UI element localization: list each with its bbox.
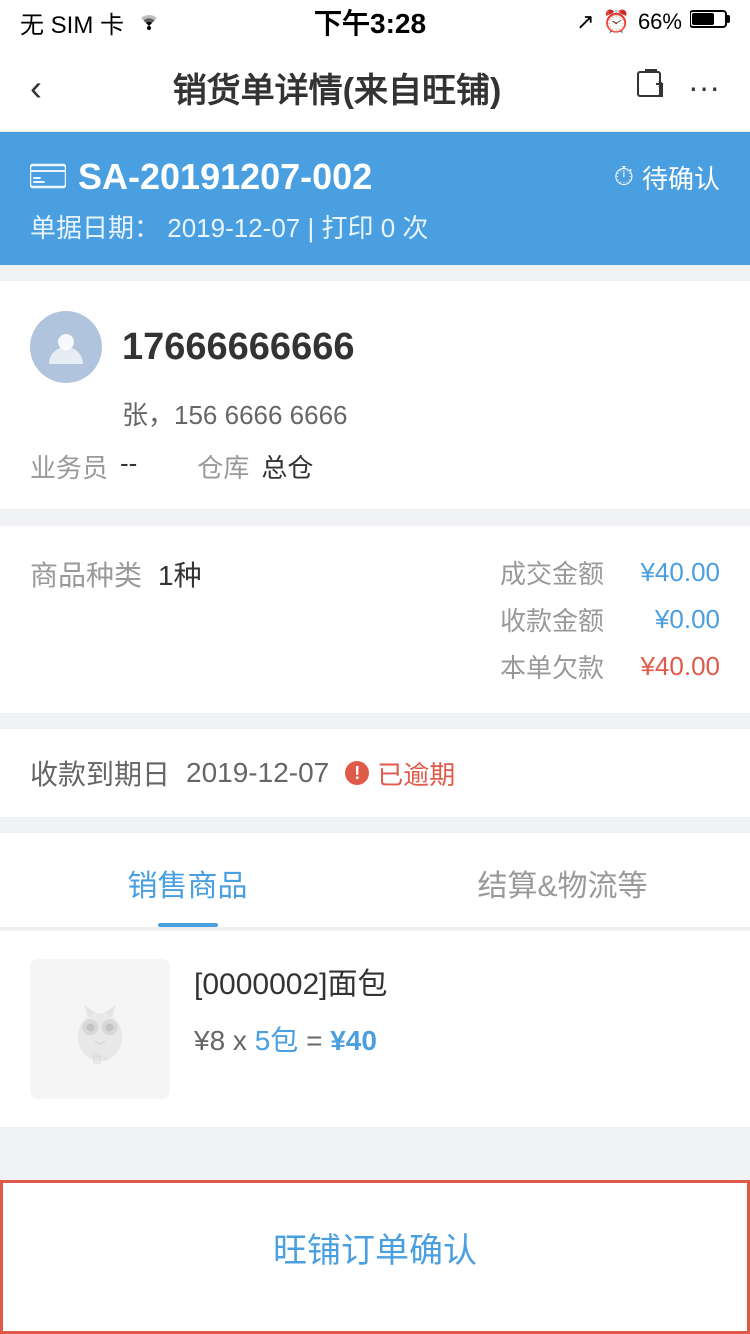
status-left: 无 SIM 卡 xyxy=(20,5,164,40)
collected-value: ¥0.00 xyxy=(620,604,720,635)
wifi-icon xyxy=(134,8,164,37)
due-date-value: 2019-12-07 xyxy=(186,757,329,789)
tab-settlement[interactable]: 结算&物流等 xyxy=(375,833,750,927)
customer-phone: 17666666666 xyxy=(122,326,354,369)
collected-row: 收款金额 ¥0.00 xyxy=(500,601,720,638)
order-date-value: 2019-12-07 xyxy=(167,213,300,243)
page-title: 销货单详情(来自旺铺) xyxy=(42,63,632,112)
warehouse-info: 仓库 总仓 xyxy=(197,448,313,485)
product-image: 管+ xyxy=(30,959,170,1099)
avatar xyxy=(30,311,102,383)
order-header: SA-20191207-002 ⏱ 待确认 单据日期： 2019-12-07 |… xyxy=(0,132,750,265)
deal-amount-label: 成交金额 xyxy=(500,554,604,591)
product-price-row: ¥8 x 5包 = ¥40 xyxy=(194,1019,720,1059)
product-type-info: 商品种类 1种 xyxy=(30,554,202,594)
product-details: [0000002]面包 ¥8 x 5包 = ¥40 xyxy=(194,959,720,1059)
order-status: ⏱ 待确认 xyxy=(614,159,720,196)
customer-name: 张，156 6666 6666 xyxy=(30,395,720,432)
owed-label: 本单欠款 xyxy=(500,648,604,685)
deal-amount-row: 成交金额 ¥40.00 xyxy=(500,554,720,591)
product-thumbnail-icon: 管+ xyxy=(60,989,140,1069)
print-separator: | 打印 xyxy=(307,213,380,243)
back-button[interactable]: ‹ xyxy=(30,67,42,109)
print-count: 0 xyxy=(381,213,395,243)
product-type-label: 商品种类 xyxy=(30,554,142,594)
alarm-icon: ⏰ xyxy=(603,9,630,35)
product-equals: = xyxy=(306,1025,330,1056)
tabs-bar: 销售商品 结算&物流等 xyxy=(0,833,750,929)
battery-icon xyxy=(690,9,730,35)
salesman-value: -- xyxy=(120,448,137,485)
share-icon[interactable] xyxy=(632,66,668,110)
tab-settlement-label: 结算&物流等 xyxy=(477,870,647,903)
deal-amount-value: ¥40.00 xyxy=(620,557,720,588)
order-id-row: SA-20191207-002 xyxy=(30,156,372,198)
status-bar: 无 SIM 卡 下午3:28 ↗ ⏰ 66% xyxy=(0,0,750,44)
status-right: ↗ ⏰ 66% xyxy=(576,9,730,35)
overdue-badge: ! 已逾期 xyxy=(345,755,455,792)
amount-summary: 成交金额 ¥40.00 收款金额 ¥0.00 本单欠款 ¥40.00 xyxy=(500,554,720,685)
salesman-info: 业务员 -- xyxy=(30,448,137,485)
overdue-icon: ! xyxy=(345,761,369,785)
battery-text: 66% xyxy=(638,9,682,35)
customer-card: 17666666666 张，156 6666 6666 业务员 -- 仓库 总仓 xyxy=(0,281,750,510)
product-total: ¥40 xyxy=(330,1025,377,1056)
order-status-text: 待确认 xyxy=(642,159,720,196)
summary-card: 商品种类 1种 成交金额 ¥40.00 收款金额 ¥0.00 本单欠款 ¥40.… xyxy=(0,526,750,713)
carrier-text: 无 SIM 卡 xyxy=(20,5,124,40)
confirm-order-button[interactable]: 旺铺订单确认 xyxy=(33,1203,717,1291)
due-date-card: 收款到期日 2019-12-07 ! 已逾期 xyxy=(0,729,750,817)
product-type-value: 1种 xyxy=(158,554,202,594)
more-icon[interactable]: ··· xyxy=(688,69,720,106)
product-qty: 5包 xyxy=(255,1025,299,1056)
owed-value: ¥40.00 xyxy=(620,651,720,682)
order-date-row: 单据日期： 2019-12-07 | 打印 0 次 xyxy=(30,208,720,245)
warehouse-label: 仓库 xyxy=(197,448,249,485)
salesman-label: 业务员 xyxy=(30,448,108,485)
due-date-label: 收款到期日 xyxy=(30,753,170,793)
product-name: [0000002]面包 xyxy=(194,959,720,1003)
nav-actions: ··· xyxy=(632,66,720,110)
overdue-text: 已逾期 xyxy=(377,755,455,792)
product-item: 管+ [0000002]面包 ¥8 x 5包 = ¥40 xyxy=(0,931,750,1127)
date-label: 单据日期： xyxy=(30,213,160,243)
confirm-button-wrap: 旺铺订单确认 xyxy=(0,1180,750,1334)
status-time: 下午3:28 xyxy=(314,2,426,42)
owed-row: 本单欠款 ¥40.00 xyxy=(500,648,720,685)
customer-meta: 业务员 -- 仓库 总仓 xyxy=(30,448,720,485)
warehouse-value: 总仓 xyxy=(261,448,313,485)
product-price-text: ¥8 x xyxy=(194,1025,255,1056)
location-icon: ↗ xyxy=(576,9,594,35)
nav-bar: ‹ 销货单详情(来自旺铺) ··· xyxy=(0,44,750,132)
order-id-text: SA-20191207-002 xyxy=(78,156,372,198)
svg-text:管+: 管+ xyxy=(91,1052,109,1066)
status-clock-icon: ⏱ xyxy=(614,161,634,193)
tab-products-label: 销售商品 xyxy=(128,870,248,903)
collected-label: 收款金额 xyxy=(500,601,604,638)
order-type-icon xyxy=(30,156,66,198)
tab-products[interactable]: 销售商品 xyxy=(0,833,375,927)
print-unit: 次 xyxy=(402,213,428,243)
